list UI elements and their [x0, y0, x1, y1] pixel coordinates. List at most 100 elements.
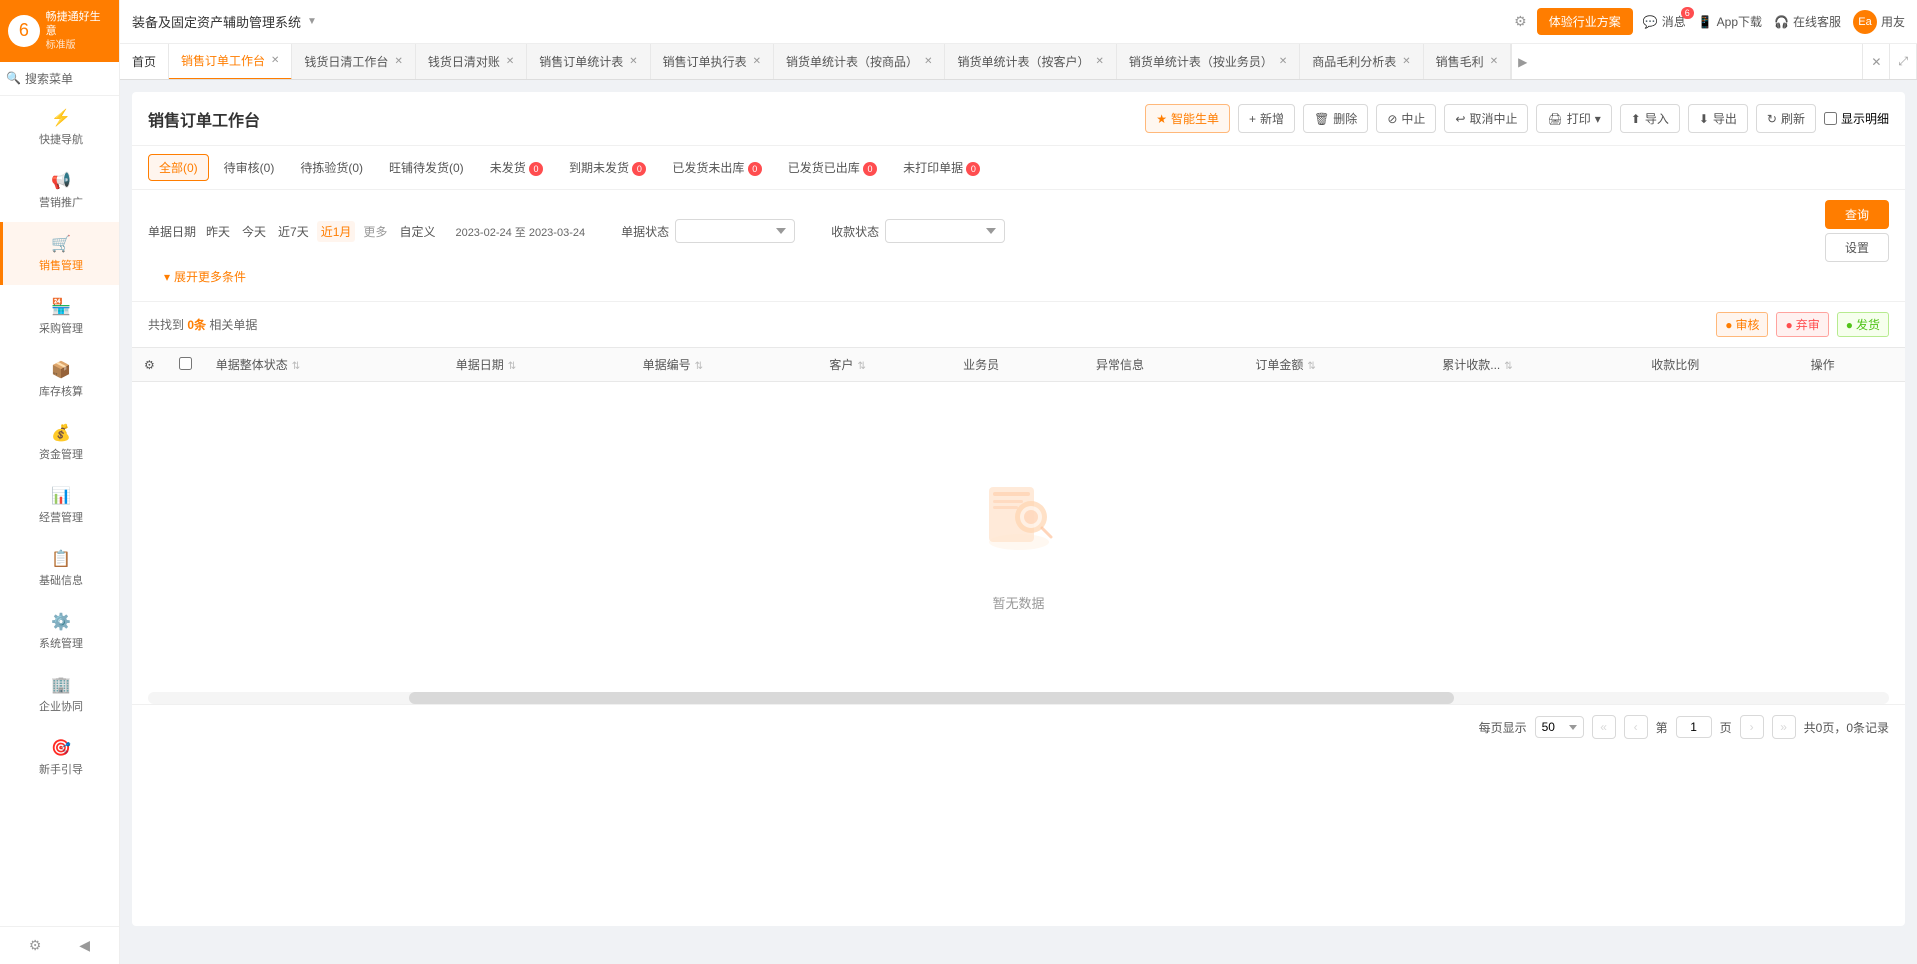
ship-action-tag[interactable]: ● 发货: [1837, 312, 1889, 337]
sidebar-item-marketing[interactable]: 📢 营销推广: [0, 159, 119, 222]
scrollbar-thumb[interactable]: [409, 692, 1454, 704]
tab-goods-stat[interactable]: 销货单统计表（按商品） ✕: [774, 44, 945, 80]
shipped-not-out-badge: 0: [748, 162, 762, 176]
col-number[interactable]: 单据编号⇅: [631, 348, 818, 382]
sidebar-item-sales[interactable]: 🛒 销售管理: [0, 222, 119, 285]
sidebar-item-guide[interactable]: 🎯 新手引导: [0, 726, 119, 789]
show-detail-label[interactable]: 显示明细: [1824, 110, 1889, 127]
horizontal-scrollbar[interactable]: [148, 692, 1889, 704]
tab-home[interactable]: 首页: [120, 44, 169, 80]
filter-tab-all[interactable]: 全部(0): [148, 154, 209, 181]
last-page-btn[interactable]: »: [1772, 715, 1796, 739]
topbar-gear-icon[interactable]: ⚙: [1514, 13, 1527, 30]
query-button[interactable]: 查询: [1825, 200, 1889, 229]
col-settings[interactable]: ⚙: [132, 348, 167, 382]
sidebar-item-enterprise[interactable]: 🏢 企业协同: [0, 663, 119, 726]
import-button[interactable]: ⬆ 导入: [1620, 104, 1680, 133]
tab-customer-stat-close[interactable]: ✕: [1095, 56, 1103, 67]
set-button[interactable]: 设置: [1825, 233, 1889, 262]
last-month-shortcut[interactable]: 近1月: [317, 221, 356, 242]
tab-daily-reconcile-close[interactable]: ✕: [506, 56, 514, 67]
tab-scroll-right[interactable]: ▶: [1511, 44, 1533, 80]
first-page-btn[interactable]: «: [1592, 715, 1616, 739]
tab-profit-stat[interactable]: 商品毛利分析表 ✕: [1300, 44, 1423, 80]
print-button[interactable]: 🖨 打印 ▾: [1536, 104, 1611, 133]
new-button[interactable]: + 新增: [1238, 104, 1295, 133]
sidebar-item-basic-info[interactable]: 📋 基础信息: [0, 537, 119, 600]
sidebar-item-operation[interactable]: 📊 经营管理: [0, 474, 119, 537]
tab-staff-stat-close[interactable]: ✕: [1279, 56, 1287, 67]
filter-tab-shipped-not-out[interactable]: 已发货未出库 0: [661, 154, 772, 181]
sidebar-logo[interactable]: 6 畅捷通好生意 标准版: [0, 0, 119, 62]
tab-staff-stat[interactable]: 销货单统计表（按业务员） ✕: [1117, 44, 1300, 80]
review-action-tag[interactable]: ● 审核: [1716, 312, 1768, 337]
tab-close-all[interactable]: ✕: [1863, 44, 1890, 80]
stop-button[interactable]: ⊘ 中止: [1376, 104, 1436, 133]
tab-daily-clear[interactable]: 钱货日清工作台 ✕: [292, 44, 415, 80]
solution-button[interactable]: 体验行业方案: [1537, 8, 1633, 35]
tab-sales-stat[interactable]: 销售订单统计表 ✕: [527, 44, 650, 80]
col-status[interactable]: 单据整体状态⇅: [204, 348, 444, 382]
collapse-icon[interactable]: ◀: [79, 937, 90, 954]
last7days-shortcut[interactable]: 近7天: [274, 221, 313, 242]
col-date[interactable]: 单据日期⇅: [444, 348, 631, 382]
app-download-item[interactable]: 📱 App下载: [1698, 13, 1762, 30]
tab-sales-profit[interactable]: 销售毛利 ✕: [1424, 44, 1511, 80]
filter-tab-pending-review[interactable]: 待审核(0): [213, 154, 286, 181]
filter-tab-unprinted[interactable]: 未打印单据 0: [892, 154, 991, 181]
sidebar-item-quick-nav[interactable]: ⚡ 快捷导航: [0, 96, 119, 159]
tab-profit-stat-close[interactable]: ✕: [1402, 56, 1410, 67]
sidebar-search-item[interactable]: 🔍 搜索菜单: [0, 62, 119, 96]
yesterday-shortcut[interactable]: 昨天: [202, 221, 234, 242]
sidebar-item-inventory[interactable]: 📦 库存核算: [0, 348, 119, 411]
custom-shortcut[interactable]: 自定义: [395, 221, 439, 242]
quick-nav-icon: ⚡: [51, 108, 71, 128]
status-select[interactable]: [675, 219, 795, 243]
delete-button[interactable]: 🗑 删除: [1303, 104, 1368, 133]
prev-page-btn[interactable]: ‹: [1624, 715, 1648, 739]
void-action-tag[interactable]: ● 弃审: [1776, 312, 1828, 337]
online-service-item[interactable]: 🎧 在线客服: [1774, 13, 1841, 30]
user-item[interactable]: Ea 用友: [1853, 10, 1905, 34]
refresh-button[interactable]: ↻ 刷新: [1756, 104, 1816, 133]
today-shortcut[interactable]: 今天: [238, 221, 270, 242]
tab-maximize[interactable]: ⤢: [1890, 44, 1917, 80]
tab-sales-workbench-close[interactable]: ✕: [271, 55, 279, 66]
tab-sales-stat-close[interactable]: ✕: [629, 56, 637, 67]
filter-tab-pending-inspect[interactable]: 待拣验货(0): [289, 154, 374, 181]
payment-select[interactable]: [885, 219, 1005, 243]
expand-conditions-btn[interactable]: ▾ 展开更多条件: [164, 268, 1873, 285]
show-detail-checkbox[interactable]: [1824, 112, 1837, 125]
tab-sales-exec[interactable]: 销售订单执行表 ✕: [651, 44, 774, 80]
select-all-checkbox[interactable]: [179, 357, 192, 370]
tab-sales-workbench[interactable]: 销售订单工作台 ✕: [169, 44, 292, 80]
tab-goods-stat-close[interactable]: ✕: [924, 56, 932, 67]
tab-daily-reconcile[interactable]: 钱货日清对账 ✕: [416, 44, 527, 80]
col-amount[interactable]: 订单金额⇅: [1243, 348, 1430, 382]
smart-create-button[interactable]: ★ 智能生单: [1145, 104, 1230, 133]
tab-customer-stat[interactable]: 销货单统计表（按客户） ✕: [945, 44, 1116, 80]
page-size-select[interactable]: 50 100 200: [1535, 716, 1584, 738]
tab-sales-exec-close[interactable]: ✕: [753, 56, 761, 67]
next-page-btn[interactable]: ›: [1740, 715, 1764, 739]
message-item[interactable]: 💬 消息 6: [1643, 13, 1686, 30]
col-received[interactable]: 累计收款...⇅: [1430, 348, 1639, 382]
settings-bottom-icon[interactable]: ⚙: [29, 937, 42, 954]
filter-tab-shop-pending-ship[interactable]: 旺铺待发货(0): [378, 154, 475, 181]
more-shortcut[interactable]: 更多: [359, 221, 391, 242]
col-checkbox[interactable]: [167, 348, 204, 382]
tab-daily-clear-close[interactable]: ✕: [394, 56, 402, 67]
cancel-stop-button[interactable]: ↩ 取消中止: [1444, 104, 1528, 133]
content-area: 销售订单工作台 ★ 智能生单 + 新增 🗑 删除 ⊘: [120, 80, 1917, 964]
filter-tab-overdue-unshipped[interactable]: 到期未发货 0: [558, 154, 657, 181]
filter-tab-unshipped[interactable]: 未发货 0: [479, 154, 554, 181]
filter-tab-shipped-out[interactable]: 已发货已出库 0: [777, 154, 888, 181]
sidebar-item-system[interactable]: ⚙️ 系统管理: [0, 600, 119, 663]
sidebar-item-finance[interactable]: 💰 资金管理: [0, 411, 119, 474]
tab-sales-profit-close[interactable]: ✕: [1490, 56, 1498, 67]
sidebar-item-purchase[interactable]: 🏪 采购管理: [0, 285, 119, 348]
page-input[interactable]: [1676, 716, 1712, 738]
col-customer[interactable]: 客户⇅: [817, 348, 951, 382]
export-button[interactable]: ⬇ 导出: [1688, 104, 1748, 133]
system-dropdown-icon[interactable]: ▼: [307, 16, 317, 27]
